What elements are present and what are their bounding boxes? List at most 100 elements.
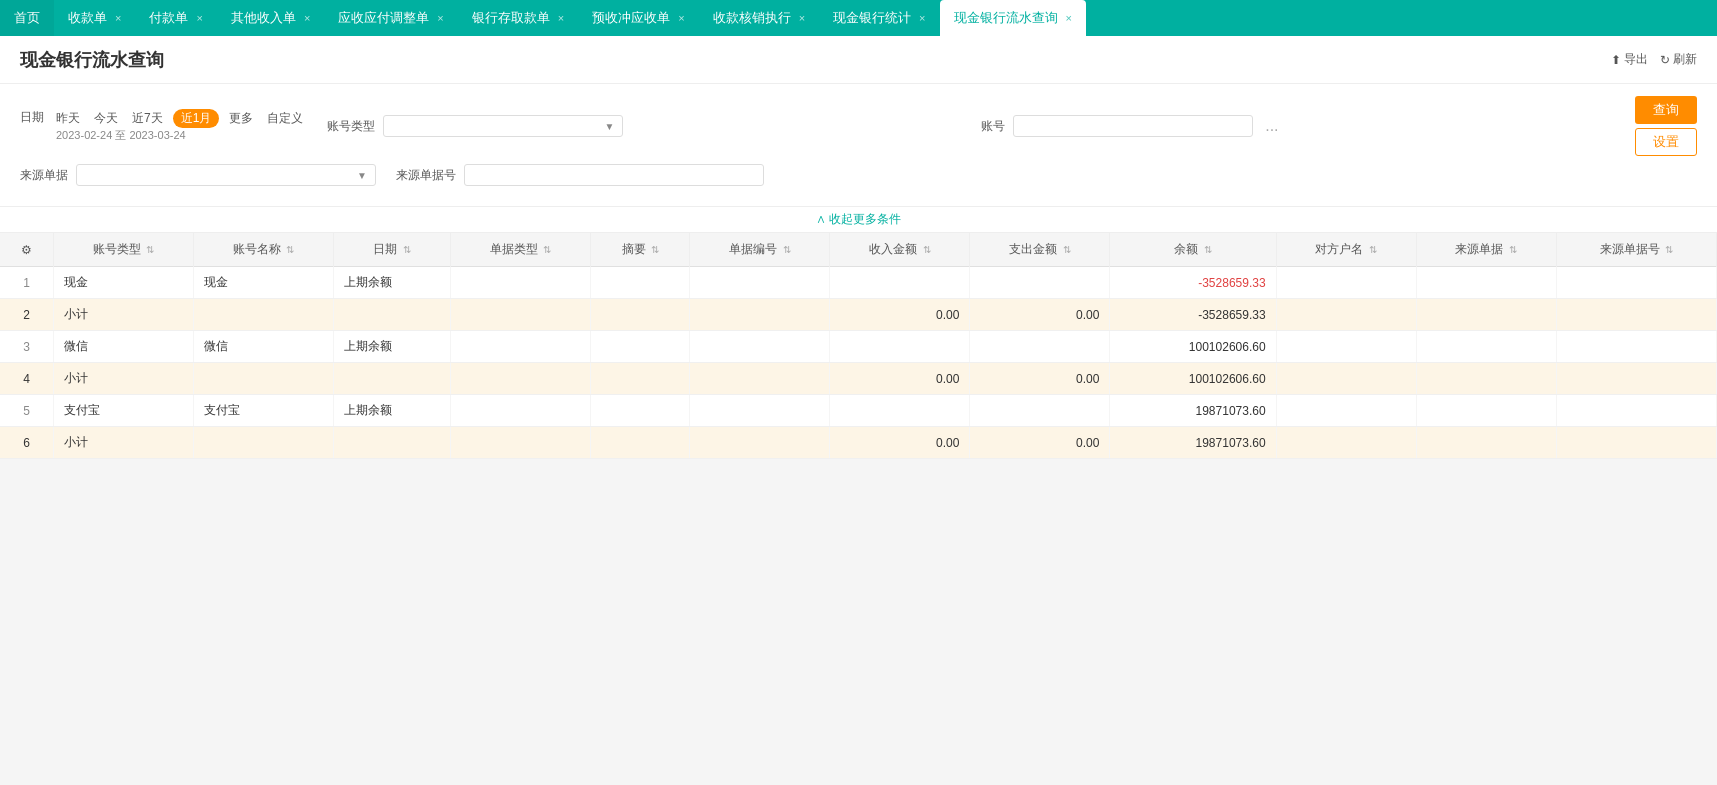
cell-doc-no: [690, 427, 830, 459]
export-button[interactable]: ⬆ 导出: [1611, 51, 1648, 68]
account-type-label: 账号类型: [327, 118, 375, 135]
col-account-name[interactable]: 账号名称 ⇅: [194, 233, 334, 267]
col-date[interactable]: 日期 ⇅: [334, 233, 451, 267]
cell-date: [334, 363, 451, 395]
account-label: 账号: [981, 118, 1005, 135]
cell-expense: [970, 267, 1110, 299]
col-counterparty[interactable]: 对方户名 ⇅: [1276, 233, 1416, 267]
cell-income: [830, 267, 970, 299]
close-icon[interactable]: ×: [437, 0, 443, 36]
filter-row-2: 来源单据 ▼ 来源单据号: [20, 164, 1697, 186]
date-opt-1month[interactable]: 近1月: [173, 109, 220, 128]
cell-expense: 0.00: [970, 427, 1110, 459]
row-number: 3: [0, 331, 54, 363]
nav-cash-flow[interactable]: 现金银行流水查询 ×: [940, 0, 1086, 36]
cell-counterparty: [1276, 267, 1416, 299]
cell-date: [334, 299, 451, 331]
account-type-select[interactable]: ▼: [383, 115, 623, 137]
col-gear[interactable]: ⚙: [0, 233, 54, 267]
nav-other-income[interactable]: 其他收入单 ×: [217, 0, 324, 36]
sort-icon: ⇅: [286, 244, 294, 255]
sort-icon: ⇅: [1665, 244, 1673, 255]
source-doc-label: 来源单据: [20, 167, 68, 184]
cell-income: 0.00: [830, 363, 970, 395]
settings-button[interactable]: 设置: [1635, 128, 1697, 156]
sort-icon: ⇅: [1204, 244, 1212, 255]
cell-expense: [970, 395, 1110, 427]
cell-doc-type: [451, 331, 591, 363]
cell-expense: 0.00: [970, 363, 1110, 395]
close-icon[interactable]: ×: [919, 0, 925, 36]
col-summary[interactable]: 摘要 ⇅: [591, 233, 690, 267]
col-source-doc[interactable]: 来源单据 ⇅: [1416, 233, 1556, 267]
cell-balance: 19871073.60: [1110, 427, 1276, 459]
row-number: 6: [0, 427, 54, 459]
cell-account-name: 微信: [194, 331, 334, 363]
close-icon[interactable]: ×: [115, 0, 121, 36]
cell-doc-no: [690, 267, 830, 299]
close-icon[interactable]: ×: [304, 0, 310, 36]
nav-bank-deposit[interactable]: 银行存取款单 ×: [458, 0, 578, 36]
cell-balance: -3528659.33: [1110, 299, 1276, 331]
sort-icon: ⇅: [403, 244, 411, 255]
cell-summary: [591, 299, 690, 331]
cell-date: 上期余额: [334, 331, 451, 363]
cell-doc-type: [451, 267, 591, 299]
cell-counterparty: [1276, 331, 1416, 363]
cell-doc-type: [451, 395, 591, 427]
source-doc-no-label: 来源单据号: [396, 167, 456, 184]
cell-account-name: [194, 427, 334, 459]
cell-source-doc-no: [1556, 267, 1716, 299]
nav-prepay[interactable]: 预收冲应收单 ×: [578, 0, 698, 36]
date-opt-today[interactable]: 今天: [90, 109, 122, 128]
sort-icon: ⇅: [1509, 244, 1517, 255]
gear-icon[interactable]: ⚙: [21, 243, 32, 257]
cell-date: [334, 427, 451, 459]
cell-source-doc-no: [1556, 427, 1716, 459]
cell-date: 上期余额: [334, 395, 451, 427]
close-icon[interactable]: ×: [799, 0, 805, 36]
cell-account-type: 支付宝: [54, 395, 194, 427]
nav-ar-ap-adjust[interactable]: 应收应付调整单 ×: [324, 0, 457, 36]
nav-home[interactable]: 首页: [0, 0, 54, 36]
close-icon[interactable]: ×: [678, 0, 684, 36]
collapse-bar[interactable]: ∧ 收起更多条件: [0, 207, 1717, 233]
cell-summary: [591, 427, 690, 459]
sort-icon: ⇅: [651, 244, 659, 255]
source-doc-select[interactable]: ▼: [76, 164, 376, 186]
table-row: 2 小计 0.00 0.00 -3528659.33: [0, 299, 1717, 331]
cell-doc-no: [690, 395, 830, 427]
more-options-icon[interactable]: ...: [1261, 117, 1282, 135]
nav-verify[interactable]: 收款核销执行 ×: [699, 0, 819, 36]
cell-summary: [591, 363, 690, 395]
nav-cash-stat[interactable]: 现金银行统计 ×: [819, 0, 939, 36]
cell-summary: [591, 267, 690, 299]
col-source-doc-no[interactable]: 来源单据号 ⇅: [1556, 233, 1716, 267]
col-account-type[interactable]: 账号类型 ⇅: [54, 233, 194, 267]
table-container: ⚙ 账号类型 ⇅ 账号名称 ⇅ 日期 ⇅ 单据类型 ⇅: [0, 233, 1717, 459]
cell-source-doc: [1416, 299, 1556, 331]
cell-source-doc-no: [1556, 299, 1716, 331]
close-icon[interactable]: ×: [196, 0, 202, 36]
date-opt-more[interactable]: 更多: [225, 109, 257, 128]
col-balance[interactable]: 余额 ⇅: [1110, 233, 1276, 267]
col-doc-no[interactable]: 单据编号 ⇅: [690, 233, 830, 267]
date-opt-7days[interactable]: 近7天: [128, 109, 167, 128]
col-doc-type[interactable]: 单据类型 ⇅: [451, 233, 591, 267]
date-opt-custom[interactable]: 自定义: [263, 109, 307, 128]
col-income[interactable]: 收入金额 ⇅: [830, 233, 970, 267]
col-expense[interactable]: 支出金额 ⇅: [970, 233, 1110, 267]
sort-icon: ⇅: [783, 244, 791, 255]
cell-balance: -3528659.33: [1110, 267, 1276, 299]
nav-receipt[interactable]: 收款单 ×: [54, 0, 135, 36]
nav-payment[interactable]: 付款单 ×: [135, 0, 216, 36]
account-input[interactable]: [1013, 115, 1253, 137]
sort-icon: ⇅: [923, 244, 931, 255]
refresh-button[interactable]: ↻ 刷新: [1660, 51, 1697, 68]
close-icon[interactable]: ×: [1066, 0, 1072, 36]
date-opt-yesterday[interactable]: 昨天: [52, 109, 84, 128]
close-icon[interactable]: ×: [558, 0, 564, 36]
cell-account-name: [194, 363, 334, 395]
source-doc-no-input[interactable]: [464, 164, 764, 186]
query-button[interactable]: 查询: [1635, 96, 1697, 124]
